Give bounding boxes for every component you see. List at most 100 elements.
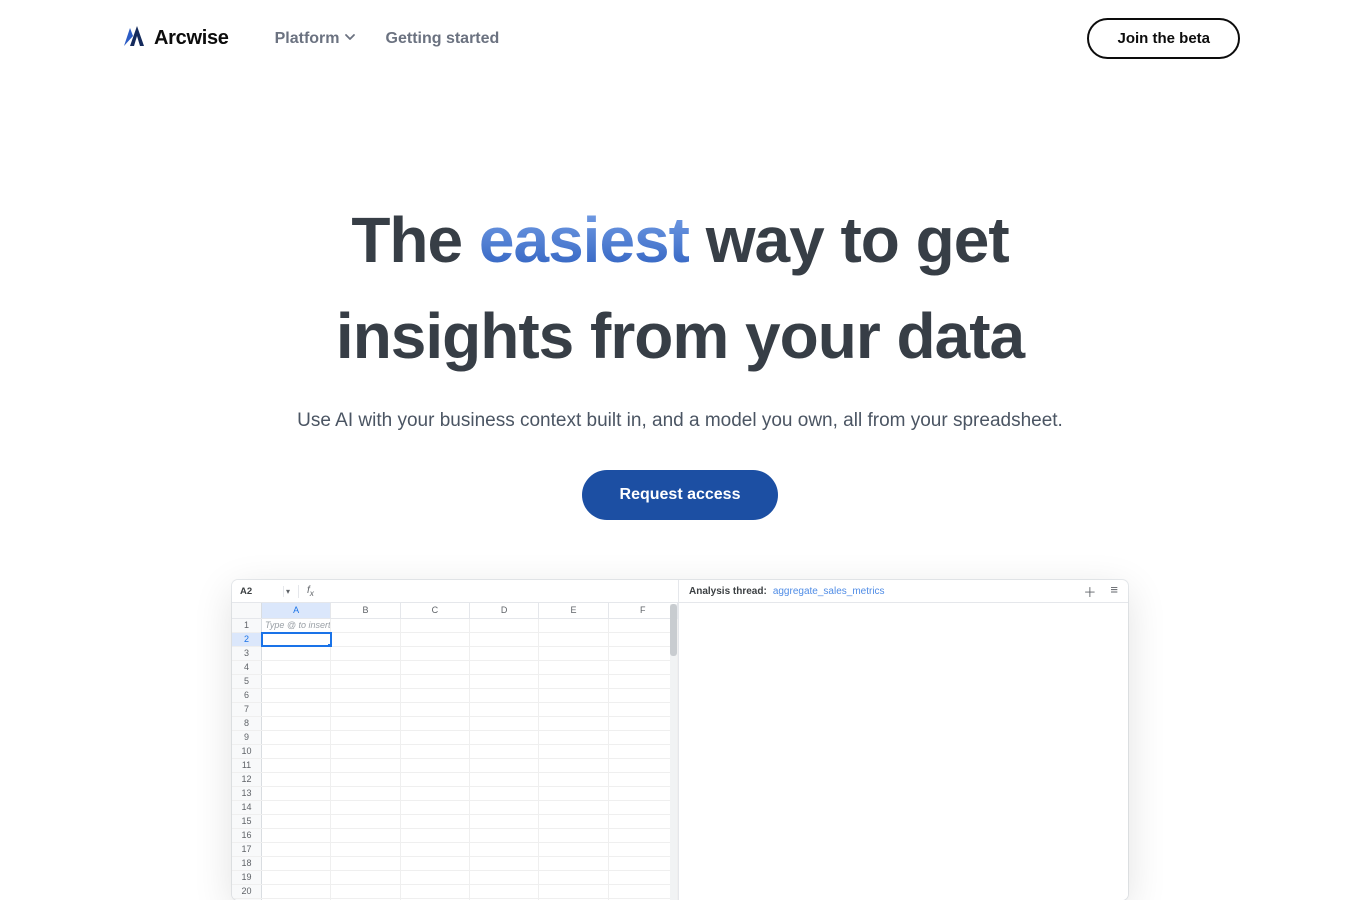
cell[interactable] <box>331 843 400 856</box>
cell[interactable] <box>262 787 331 800</box>
cell[interactable] <box>539 759 608 772</box>
menu-icon[interactable]: ≡ <box>1110 582 1118 601</box>
row-head[interactable]: 19 <box>232 871 262 884</box>
cell[interactable] <box>331 815 400 828</box>
scrollbar-thumb[interactable] <box>670 604 677 656</box>
cell[interactable] <box>539 703 608 716</box>
cell[interactable] <box>470 787 539 800</box>
cell[interactable] <box>331 745 400 758</box>
row-head[interactable]: 15 <box>232 815 262 828</box>
cell[interactable] <box>470 633 539 646</box>
cell[interactable] <box>470 843 539 856</box>
cell[interactable] <box>609 815 678 828</box>
cell[interactable] <box>401 633 470 646</box>
row-head[interactable]: 20 <box>232 885 262 898</box>
cell[interactable] <box>331 885 400 898</box>
cell[interactable] <box>401 829 470 842</box>
cell[interactable] <box>470 801 539 814</box>
cell[interactable] <box>470 871 539 884</box>
row-head[interactable]: 8 <box>232 717 262 730</box>
cell[interactable] <box>609 717 678 730</box>
fx-icon[interactable]: fx <box>298 585 314 598</box>
cell[interactable] <box>470 885 539 898</box>
cell[interactable] <box>262 829 331 842</box>
row-head[interactable]: 13 <box>232 787 262 800</box>
cell[interactable] <box>262 843 331 856</box>
col-head-b[interactable]: B <box>331 603 400 618</box>
row-head[interactable]: 9 <box>232 731 262 744</box>
cell[interactable] <box>262 773 331 786</box>
cell[interactable] <box>262 759 331 772</box>
cell[interactable] <box>331 675 400 688</box>
cell[interactable] <box>401 787 470 800</box>
cell[interactable] <box>262 647 331 660</box>
cell[interactable] <box>331 759 400 772</box>
cell[interactable] <box>262 731 331 744</box>
cell[interactable] <box>401 773 470 786</box>
logo[interactable]: Arcwise <box>120 24 229 53</box>
row-head[interactable]: 5 <box>232 675 262 688</box>
cell[interactable] <box>609 759 678 772</box>
cell[interactable] <box>539 619 608 632</box>
cell[interactable] <box>331 871 400 884</box>
col-head-e[interactable]: E <box>539 603 608 618</box>
request-access-button[interactable]: Request access <box>582 470 779 520</box>
cell[interactable] <box>331 717 400 730</box>
cell[interactable] <box>262 661 331 674</box>
cell[interactable] <box>539 829 608 842</box>
cell[interactable] <box>609 871 678 884</box>
cell[interactable] <box>470 731 539 744</box>
row-head[interactable]: 17 <box>232 843 262 856</box>
cell[interactable] <box>539 871 608 884</box>
cell[interactable] <box>470 759 539 772</box>
cell[interactable] <box>401 871 470 884</box>
cell[interactable] <box>470 745 539 758</box>
cell[interactable] <box>609 731 678 744</box>
nav-getting-started[interactable]: Getting started <box>386 30 500 48</box>
col-head-f[interactable]: F <box>609 603 678 618</box>
row-head[interactable]: 6 <box>232 689 262 702</box>
cell[interactable] <box>539 815 608 828</box>
nav-platform[interactable]: Platform <box>275 30 356 48</box>
cell[interactable] <box>401 885 470 898</box>
cell[interactable] <box>470 661 539 674</box>
cell[interactable] <box>470 703 539 716</box>
plus-icon[interactable]: ＋ <box>1083 582 1096 601</box>
row-head[interactable]: 7 <box>232 703 262 716</box>
cell[interactable] <box>470 773 539 786</box>
row-head[interactable]: 10 <box>232 745 262 758</box>
cell[interactable] <box>609 647 678 660</box>
cell[interactable] <box>401 703 470 716</box>
cell[interactable] <box>262 801 331 814</box>
cell[interactable] <box>331 633 400 646</box>
cell[interactable] <box>401 647 470 660</box>
row-head[interactable]: 16 <box>232 829 262 842</box>
cell[interactable] <box>539 885 608 898</box>
row-head[interactable]: 11 <box>232 759 262 772</box>
cell[interactable] <box>401 745 470 758</box>
cell[interactable] <box>401 717 470 730</box>
cell[interactable] <box>539 717 608 730</box>
cell[interactable] <box>609 619 678 632</box>
cell[interactable] <box>609 773 678 786</box>
cell[interactable] <box>262 689 331 702</box>
cell[interactable] <box>401 619 470 632</box>
cell-a1[interactable]: Type @ to insert <box>262 619 331 632</box>
cell[interactable] <box>331 801 400 814</box>
cell[interactable] <box>331 787 400 800</box>
cell[interactable] <box>609 745 678 758</box>
cell-a2-active[interactable] <box>262 633 331 646</box>
cell[interactable] <box>331 829 400 842</box>
cell[interactable] <box>331 647 400 660</box>
cell[interactable] <box>331 703 400 716</box>
cell[interactable] <box>539 633 608 646</box>
row-head[interactable]: 12 <box>232 773 262 786</box>
join-beta-button[interactable]: Join the beta <box>1087 18 1240 59</box>
cell[interactable] <box>539 647 608 660</box>
cell[interactable] <box>470 619 539 632</box>
cell[interactable] <box>539 787 608 800</box>
cell[interactable] <box>331 773 400 786</box>
cell[interactable] <box>470 815 539 828</box>
cell[interactable] <box>609 633 678 646</box>
cell[interactable] <box>609 801 678 814</box>
